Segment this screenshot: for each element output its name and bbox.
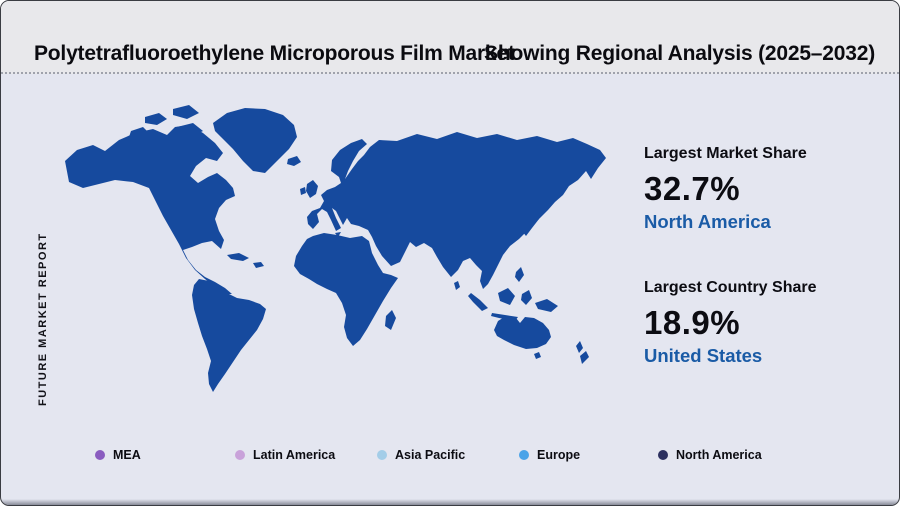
legend-dot-icon [95, 450, 105, 460]
stat-market-share: Largest Market Share 32.7% North America [644, 145, 894, 233]
legend-dot-icon [519, 450, 529, 460]
stat-label: Largest Market Share [644, 145, 807, 162]
legend-item-latin-america: Latin America [235, 448, 335, 462]
stat-label: Largest Country Share [644, 279, 817, 296]
legend-label: North America [676, 448, 762, 462]
card-bottom-shadow [1, 499, 899, 505]
legend-label: Asia Pacific [395, 448, 466, 462]
page-title-market: Polytetrafluoroethylene Microporous Film… [34, 42, 515, 65]
brand-watermark: FUTURE MARKET REPORT [37, 232, 49, 406]
world-map [65, 105, 606, 392]
legend-item-mea: MEA [95, 448, 141, 462]
title-bar: Polytetrafluoroethylene Microporous Film… [1, 1, 899, 74]
stat-region: North America [644, 211, 771, 232]
stat-value: 18.9% [644, 304, 741, 341]
stat-region: United States [644, 345, 763, 366]
stat-value: 32.7% [644, 170, 741, 207]
legend-item-europe: Europe [519, 448, 580, 462]
legend-label: MEA [113, 448, 141, 462]
legend-dot-icon [658, 450, 668, 460]
page-title-analysis: Showing Regional Analysis (2025–2032) [484, 42, 875, 65]
stat-country-share: Largest Country Share 18.9% United State… [644, 279, 894, 367]
world-map-landmass [65, 105, 606, 392]
legend-item-asia-pacific: Asia Pacific [377, 448, 465, 462]
legend-label: Latin America [253, 448, 336, 462]
report-card: Polytetrafluoroethylene Microporous Film… [0, 0, 900, 506]
legend-dot-icon [377, 450, 387, 460]
legend-dot-icon [235, 450, 245, 460]
legend-item-north-america: North America [658, 448, 762, 462]
legend-label: Europe [537, 448, 581, 462]
stats-panel: Largest Market Share 32.7% North America… [644, 145, 894, 413]
